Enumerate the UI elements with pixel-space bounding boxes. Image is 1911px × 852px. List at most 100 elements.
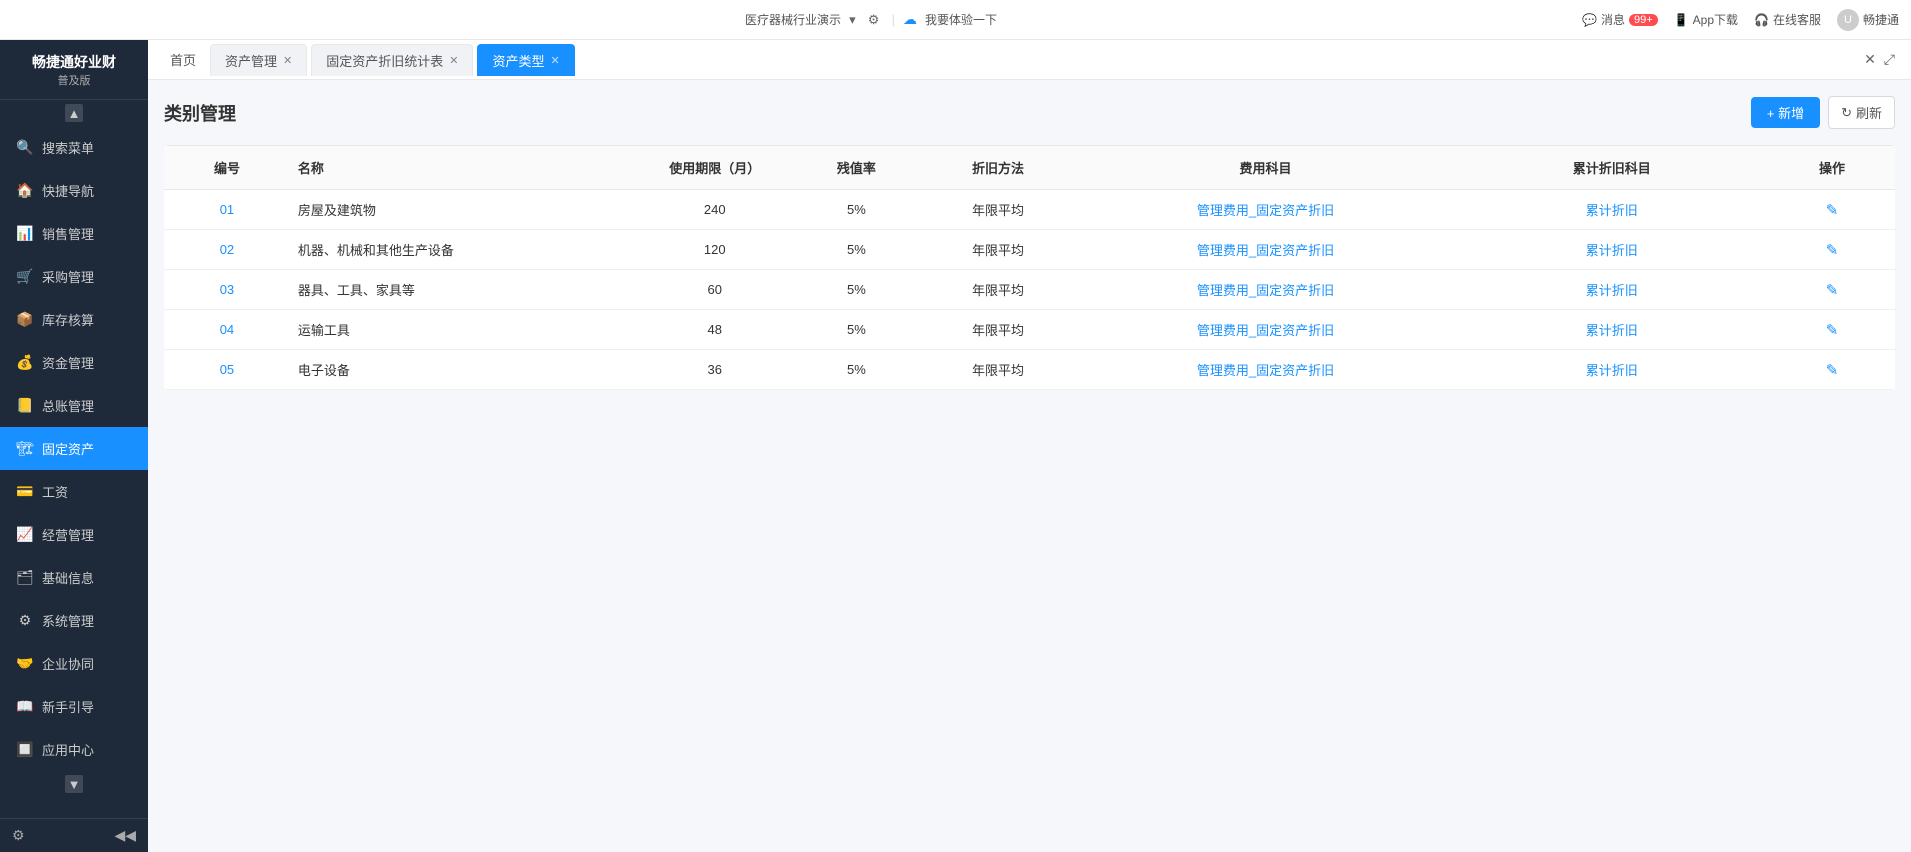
cell-code[interactable]: 01 [164, 190, 290, 230]
tab-asset-type[interactable]: 资产类型 ✕ [477, 44, 574, 76]
purchase-icon: 🛒 [16, 268, 34, 285]
gear-icon[interactable]: ⚙ [864, 10, 884, 30]
message-label: 消息 [1601, 11, 1625, 28]
sidebar-item-guide[interactable]: 📖 新手引导 [0, 685, 148, 728]
online-service-label: 在线客服 [1773, 11, 1821, 28]
sidebar-label-enterprise: 企业协同 [42, 654, 94, 673]
data-table: 编号 名称 使用期限（月） 残值率 折旧方法 费用科目 累计折旧科目 操作 01… [164, 145, 1895, 390]
cell-action[interactable]: ✎ [1769, 190, 1895, 230]
sidebar-scroll-down[interactable]: ▼ [65, 775, 83, 793]
tab-asset-type-close[interactable]: ✕ [551, 54, 560, 67]
sidebar-item-basic[interactable]: 🗂 基础信息 [0, 556, 148, 599]
cell-residual: 5% [793, 310, 919, 350]
header-method: 折旧方法 [919, 146, 1076, 190]
app-name: 畅捷通好业财 [32, 52, 116, 72]
online-service-item[interactable]: 🎧 在线客服 [1754, 11, 1821, 28]
inventory-icon: 📦 [16, 311, 34, 328]
sidebar-scroll-up[interactable]: ▲ [65, 104, 83, 122]
sidebar-item-capital[interactable]: 💰 资金管理 [0, 341, 148, 384]
home-icon: 🏠 [16, 182, 34, 199]
company-selector[interactable]: 医疗器械行业演示 [745, 11, 841, 28]
cell-accum[interactable]: 累计折旧 [1454, 310, 1769, 350]
refresh-icon: ↻ [1841, 105, 1852, 121]
tab-asset-mgmt-close[interactable]: ✕ [283, 54, 292, 67]
sidebar-item-system[interactable]: ⚙ 系统管理 [0, 599, 148, 642]
message-badge: 99+ [1629, 14, 1658, 26]
sidebar-item-operations[interactable]: 📈 经营管理 [0, 513, 148, 556]
cell-code[interactable]: 02 [164, 230, 290, 270]
sidebar-label-capital: 资金管理 [42, 353, 94, 372]
cell-accum[interactable]: 累计折旧 [1454, 230, 1769, 270]
cell-accum[interactable]: 累计折旧 [1454, 190, 1769, 230]
sidebar-item-salary[interactable]: 💳 工资 [0, 470, 148, 513]
settings-icon[interactable]: ⚙ [12, 827, 25, 844]
sidebar-label-guide: 新手引导 [42, 697, 94, 716]
cell-expense[interactable]: 管理费用_固定资产折旧 [1077, 270, 1455, 310]
app-download-item[interactable]: 📱 App下载 [1674, 11, 1738, 28]
message-icon: 💬 [1582, 13, 1597, 27]
sidebar-label-salary: 工资 [42, 482, 68, 501]
page-title: 类别管理 [164, 100, 236, 126]
table-row: 01房屋及建筑物2405%年限平均管理费用_固定资产折旧累计折旧✎ [164, 190, 1895, 230]
sidebar-item-purchase[interactable]: 🛒 采购管理 [0, 255, 148, 298]
cell-code[interactable]: 03 [164, 270, 290, 310]
sidebar-label-quicknav: 快捷导航 [42, 181, 94, 200]
cell-name: 机器、机械和其他生产设备 [290, 230, 636, 270]
sidebar-item-fixed[interactable]: 🏗 固定资产 [0, 427, 148, 470]
header-expense: 费用科目 [1077, 146, 1455, 190]
cell-action[interactable]: ✎ [1769, 230, 1895, 270]
cell-method: 年限平均 [919, 230, 1076, 270]
cell-residual: 5% [793, 270, 919, 310]
cell-accum[interactable]: 累计折旧 [1454, 270, 1769, 310]
cell-code[interactable]: 04 [164, 310, 290, 350]
cell-expense[interactable]: 管理费用_固定资产折旧 [1077, 350, 1455, 390]
system-icon: ⚙ [16, 612, 34, 629]
tab-depreciation-label: 固定资产折旧统计表 [326, 51, 443, 70]
cell-accum[interactable]: 累计折旧 [1454, 350, 1769, 390]
user-item[interactable]: U 畅捷通 [1837, 9, 1899, 31]
sidebar-label-apps: 应用中心 [42, 740, 94, 759]
sidebar-item-sales[interactable]: 📊 销售管理 [0, 212, 148, 255]
tab-asset-mgmt[interactable]: 资产管理 ✕ [210, 44, 307, 76]
user-name: 畅捷通 [1863, 11, 1899, 28]
page-header: 类别管理 + 新增 ↻ 刷新 [164, 96, 1895, 129]
header-action: 操作 [1769, 146, 1895, 190]
sidebar-label-search: 搜索菜单 [42, 138, 94, 157]
main-layout: 畅捷通好业财 普及版 ▲ 🔍 搜索菜单 🏠 快捷导航 📊 销售管理 🛒 采购管理… [0, 40, 1911, 852]
cell-expense[interactable]: 管理费用_固定资产折旧 [1077, 230, 1455, 270]
cell-action[interactable]: ✎ [1769, 270, 1895, 310]
sidebar-item-search[interactable]: 🔍 搜索菜单 [0, 126, 148, 169]
collapse-icon[interactable]: ◀◀ [114, 827, 136, 844]
tab-home[interactable]: 首页 [160, 44, 206, 75]
tab-depreciation-table[interactable]: 固定资产折旧统计表 ✕ [311, 44, 473, 76]
sidebar-item-inventory[interactable]: 📦 库存核算 [0, 298, 148, 341]
experience-button[interactable]: 我要体验一下 [925, 11, 997, 28]
sidebar-item-quicknav[interactable]: 🏠 快捷导航 [0, 169, 148, 212]
cell-expense[interactable]: 管理费用_固定资产折旧 [1077, 190, 1455, 230]
cell-method: 年限平均 [919, 270, 1076, 310]
table-row: 02机器、机械和其他生产设备1205%年限平均管理费用_固定资产折旧累计折旧✎ [164, 230, 1895, 270]
cell-residual: 5% [793, 190, 919, 230]
cell-expense[interactable]: 管理费用_固定资产折旧 [1077, 310, 1455, 350]
cell-action[interactable]: ✎ [1769, 310, 1895, 350]
header-accum: 累计折旧科目 [1454, 146, 1769, 190]
table-row: 04运输工具485%年限平均管理费用_固定资产折旧累计折旧✎ [164, 310, 1895, 350]
window-close-icon[interactable]: ✕ [1864, 51, 1876, 68]
cell-code[interactable]: 05 [164, 350, 290, 390]
tab-depreciation-close[interactable]: ✕ [449, 54, 458, 67]
sales-icon: 📊 [16, 225, 34, 242]
window-maximize-icon[interactable]: ⤢ [1884, 51, 1895, 68]
header-name: 名称 [290, 146, 636, 190]
dropdown-icon[interactable]: ▾ [849, 12, 856, 28]
message-item[interactable]: 💬 消息 99+ [1582, 11, 1658, 28]
enterprise-icon: 🤝 [16, 655, 34, 672]
refresh-button[interactable]: ↻ 刷新 [1828, 96, 1895, 129]
sidebar-label-inventory: 库存核算 [42, 310, 94, 329]
sidebar-item-enterprise[interactable]: 🤝 企业协同 [0, 642, 148, 685]
cell-action[interactable]: ✎ [1769, 350, 1895, 390]
sidebar-item-ledger[interactable]: 📒 总账管理 [0, 384, 148, 427]
add-button[interactable]: + 新增 [1751, 97, 1820, 128]
cell-period: 240 [636, 190, 793, 230]
sidebar: 畅捷通好业财 普及版 ▲ 🔍 搜索菜单 🏠 快捷导航 📊 销售管理 🛒 采购管理… [0, 40, 148, 852]
sidebar-item-apps[interactable]: 🔲 应用中心 [0, 728, 148, 771]
